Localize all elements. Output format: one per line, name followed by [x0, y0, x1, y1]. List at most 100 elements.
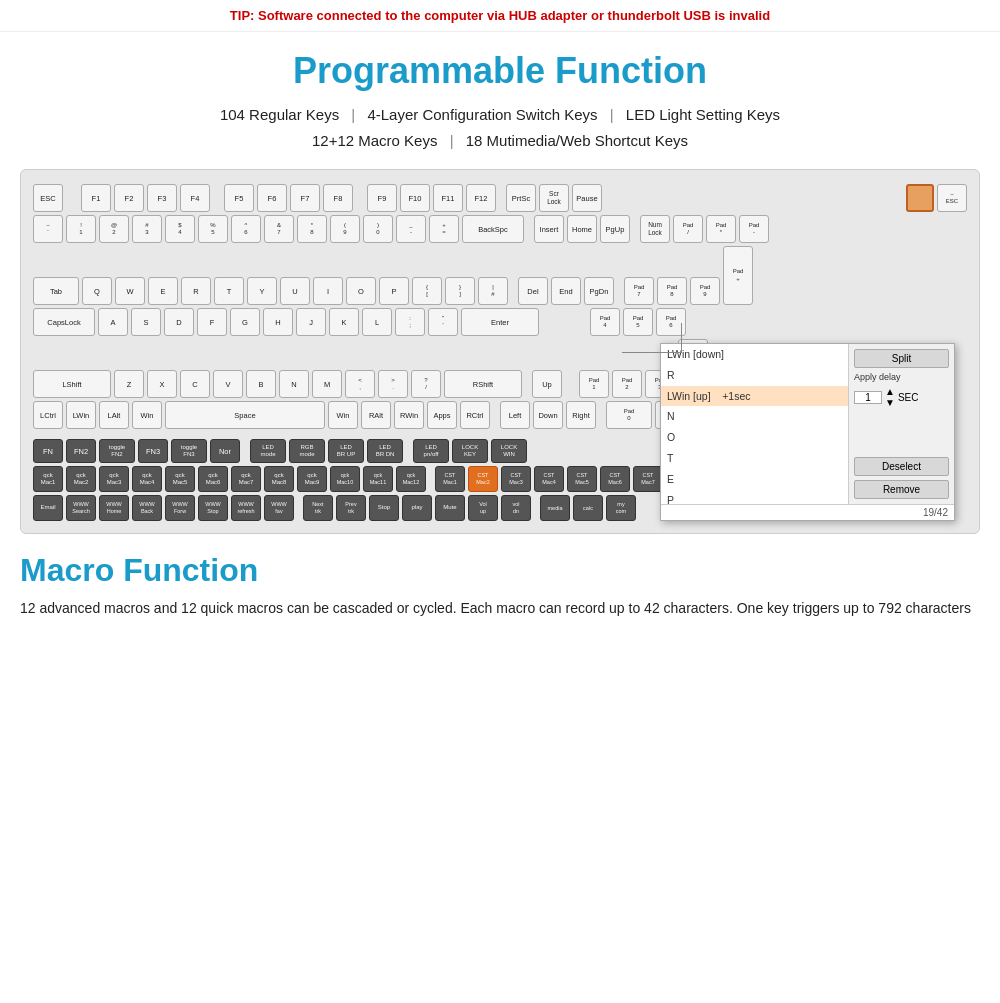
key-8[interactable]: *8 — [297, 215, 327, 243]
key-c[interactable]: C — [180, 370, 210, 398]
key-r[interactable]: R — [181, 277, 211, 305]
key-rshift[interactable]: RShift — [444, 370, 522, 398]
key-esc-right[interactable]: ~ESC — [937, 184, 967, 212]
key-pause[interactable]: Pause — [572, 184, 602, 212]
key-www-home[interactable]: WWWHome — [99, 495, 129, 521]
key-m[interactable]: M — [312, 370, 342, 398]
key-special-orange[interactable] — [906, 184, 934, 212]
key-x[interactable]: X — [147, 370, 177, 398]
key-rwin[interactable]: RWin — [394, 401, 424, 429]
key-5[interactable]: %5 — [198, 215, 228, 243]
key-up[interactable]: Up — [532, 370, 562, 398]
key-led-pn-off[interactable]: LEDpn/off — [413, 439, 449, 463]
key-pad4[interactable]: Pad4 — [590, 308, 620, 336]
delay-stepper[interactable]: ▲▼ — [885, 386, 895, 408]
key-l[interactable]: L — [362, 308, 392, 336]
key-www-fav[interactable]: WWWfav — [264, 495, 294, 521]
key-f8[interactable]: F8 — [323, 184, 353, 212]
key-f1[interactable]: F1 — [81, 184, 111, 212]
key-fn[interactable]: FN — [33, 439, 63, 463]
key-6[interactable]: ^6 — [231, 215, 261, 243]
remove-button[interactable]: Remove — [854, 480, 949, 499]
key-i[interactable]: I — [313, 277, 343, 305]
key-enter[interactable]: Enter — [461, 308, 539, 336]
key-tilde[interactable]: ~` — [33, 215, 63, 243]
key-backslash[interactable]: |# — [478, 277, 508, 305]
key-q[interactable]: Q — [82, 277, 112, 305]
key-led-mode[interactable]: LEDmode — [250, 439, 286, 463]
key-apps[interactable]: Apps — [427, 401, 457, 429]
key-numlock[interactable]: NumLock — [640, 215, 670, 243]
key-s[interactable]: S — [131, 308, 161, 336]
key-esc[interactable]: ESC — [33, 184, 63, 212]
key-left[interactable]: Left — [500, 401, 530, 429]
key-media[interactable]: media — [540, 495, 570, 521]
key-next-trk[interactable]: Nexttrk — [303, 495, 333, 521]
key-b[interactable]: B — [246, 370, 276, 398]
key-win[interactable]: Win — [132, 401, 162, 429]
key-lwin[interactable]: LWin — [66, 401, 96, 429]
key-qck-mac2[interactable]: qckMac2 — [66, 466, 96, 492]
key-mute[interactable]: Mute — [435, 495, 465, 521]
key-email[interactable]: Email — [33, 495, 63, 521]
key-delete[interactable]: Del — [518, 277, 548, 305]
key-4[interactable]: $4 — [165, 215, 195, 243]
key-pgdn[interactable]: PgDn — [584, 277, 614, 305]
key-w[interactable]: W — [115, 277, 145, 305]
key-led-br-up[interactable]: LEDBR UP — [328, 439, 364, 463]
key-7[interactable]: &7 — [264, 215, 294, 243]
key-3[interactable]: #3 — [132, 215, 162, 243]
key-qck-mac10[interactable]: qckMac10 — [330, 466, 360, 492]
deselect-button[interactable]: Deselect — [854, 457, 949, 476]
key-cst-mac6[interactable]: CSTMac6 — [600, 466, 630, 492]
key-qck-mac8[interactable]: qckMac8 — [264, 466, 294, 492]
popup-item-lwin-up[interactable]: LWin [up] +1sec — [661, 386, 848, 407]
key-rctrl[interactable]: RCtrl — [460, 401, 490, 429]
key-p[interactable]: P — [379, 277, 409, 305]
key-f10[interactable]: F10 — [400, 184, 430, 212]
key-f5[interactable]: F5 — [224, 184, 254, 212]
key-e[interactable]: E — [148, 277, 178, 305]
key-toggle-fn3[interactable]: toggleFN3 — [171, 439, 207, 463]
key-prev-trk[interactable]: Prevtrk — [336, 495, 366, 521]
key-rbracket[interactable]: }] — [445, 277, 475, 305]
key-semicolon[interactable]: :; — [395, 308, 425, 336]
key-lbracket[interactable]: {[ — [412, 277, 442, 305]
key-z[interactable]: Z — [114, 370, 144, 398]
key-space[interactable]: Space — [165, 401, 325, 429]
key-pad0[interactable]: Pad0 — [606, 401, 652, 429]
key-2[interactable]: @2 — [99, 215, 129, 243]
key-play[interactable]: play — [402, 495, 432, 521]
key-qck-mac9[interactable]: qckMac9 — [297, 466, 327, 492]
popup-item-p[interactable]: P — [661, 490, 848, 504]
key-win2[interactable]: Win — [328, 401, 358, 429]
key-qck-mac12[interactable]: qckMac12 — [396, 466, 426, 492]
key-j[interactable]: J — [296, 308, 326, 336]
key-backspace[interactable]: BackSpc — [462, 215, 524, 243]
key-led-br-dn[interactable]: LEDBR DN — [367, 439, 403, 463]
key-lock-key[interactable]: LOCKKEY — [452, 439, 488, 463]
key-lalt[interactable]: LAlt — [99, 401, 129, 429]
key-insert[interactable]: Insert — [534, 215, 564, 243]
key-f[interactable]: F — [197, 308, 227, 336]
key-my-com[interactable]: mycom — [606, 495, 636, 521]
key-pad-slash[interactable]: Pad/ — [673, 215, 703, 243]
key-toggle-fn2[interactable]: toggleFN2 — [99, 439, 135, 463]
key-tab[interactable]: Tab — [33, 277, 79, 305]
key-f12[interactable]: F12 — [466, 184, 496, 212]
key-comma[interactable]: <, — [345, 370, 375, 398]
key-cst-mac1[interactable]: CSTMac1 — [435, 466, 465, 492]
key-lshift[interactable]: LShift — [33, 370, 111, 398]
key-o[interactable]: O — [346, 277, 376, 305]
key-home[interactable]: Home — [567, 215, 597, 243]
popup-item-t[interactable]: T — [661, 448, 848, 469]
popup-item-r[interactable]: R — [661, 365, 848, 386]
key-www-search[interactable]: WWWSearch — [66, 495, 96, 521]
key-pad7[interactable]: Pad7 — [624, 277, 654, 305]
key-v[interactable]: V — [213, 370, 243, 398]
key-pad9[interactable]: Pad9 — [690, 277, 720, 305]
key-f11[interactable]: F11 — [433, 184, 463, 212]
key-minus[interactable]: _- — [396, 215, 426, 243]
key-www-stop[interactable]: WWWStop — [198, 495, 228, 521]
key-cst-mac5[interactable]: CSTMac5 — [567, 466, 597, 492]
